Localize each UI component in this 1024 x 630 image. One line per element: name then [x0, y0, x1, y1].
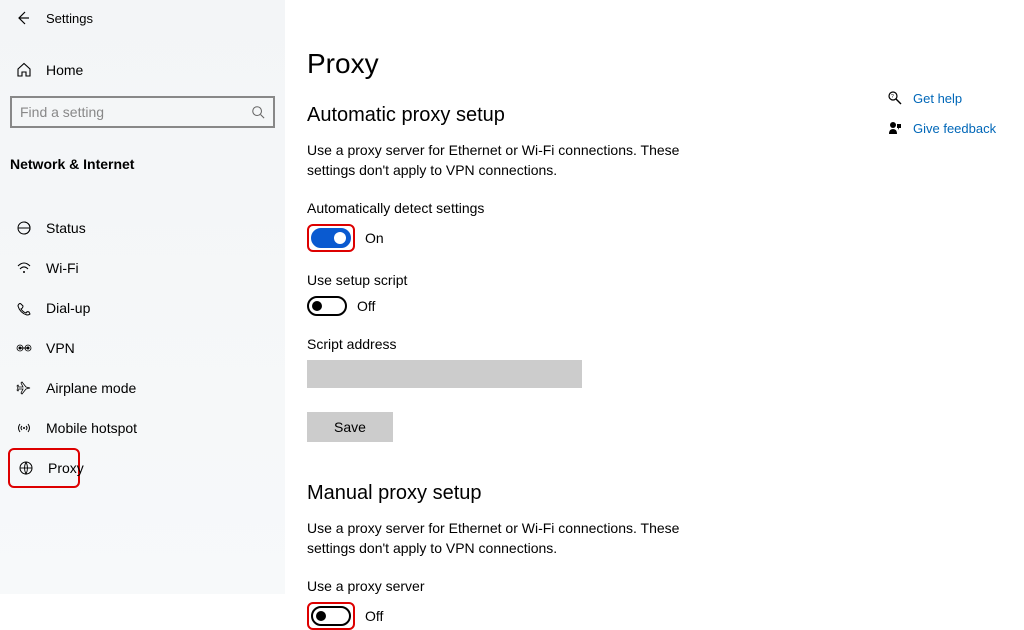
vpn-icon	[16, 340, 32, 356]
get-help-link[interactable]: ? Get help	[887, 90, 1017, 106]
sidebar-item-hotspot[interactable]: Mobile hotspot	[0, 408, 285, 448]
sidebar-item-label: Status	[46, 220, 86, 236]
sidebar-item-status[interactable]: Status	[0, 208, 285, 248]
auto-section-title: Automatic proxy setup	[307, 104, 887, 127]
search-icon	[251, 105, 265, 119]
manual-section-desc: Use a proxy server for Ethernet or Wi-Fi…	[307, 519, 687, 558]
auto-detect-label: Automatically detect settings	[307, 200, 887, 216]
script-address-input[interactable]	[307, 360, 582, 388]
wifi-icon	[16, 260, 32, 276]
use-proxy-label: Use a proxy server	[307, 578, 887, 594]
sidebar-item-label: Mobile hotspot	[46, 420, 137, 436]
use-proxy-toggle[interactable]	[311, 606, 351, 626]
setup-script-state: Off	[357, 298, 375, 314]
sidebar-item-label: Airplane mode	[46, 380, 136, 396]
dialup-icon	[16, 300, 32, 316]
sidebar-item-label: VPN	[46, 340, 75, 356]
feedback-icon	[887, 120, 903, 136]
status-icon	[16, 220, 32, 236]
sidebar-item-dialup[interactable]: Dial-up	[0, 288, 285, 328]
feedback-link-label: Give feedback	[913, 121, 996, 136]
sidebar-item-label: Wi-Fi	[46, 260, 79, 276]
help-icon: ?	[887, 90, 903, 106]
app-title: Settings	[46, 11, 93, 26]
sidebar-section-header: Network & Internet	[0, 146, 285, 182]
sidebar-item-label: Dial-up	[46, 300, 90, 316]
sidebar-item-proxy[interactable]: Proxy	[8, 448, 80, 488]
nav-home[interactable]: Home	[0, 50, 285, 90]
home-icon	[16, 62, 32, 78]
arrow-left-icon	[14, 10, 30, 26]
page-title: Proxy	[307, 48, 887, 80]
use-proxy-state: Off	[365, 608, 383, 624]
airplane-icon	[16, 380, 32, 396]
search-input[interactable]	[20, 104, 251, 120]
sidebar-item-label: Proxy	[48, 460, 84, 476]
give-feedback-link[interactable]: Give feedback	[887, 120, 1017, 136]
svg-text:?: ?	[891, 94, 894, 100]
script-address-label: Script address	[307, 336, 887, 352]
auto-section-desc: Use a proxy server for Ethernet or Wi-Fi…	[307, 141, 687, 180]
nav-home-label: Home	[46, 62, 83, 78]
sidebar-item-vpn[interactable]: VPN	[0, 328, 285, 368]
auto-detect-state: On	[365, 230, 384, 246]
sidebar-item-airplane[interactable]: Airplane mode	[0, 368, 285, 408]
manual-section-title: Manual proxy setup	[307, 482, 887, 505]
back-button[interactable]	[12, 8, 32, 28]
hotspot-icon	[16, 420, 32, 436]
sidebar-item-wifi[interactable]: Wi-Fi	[0, 248, 285, 288]
search-box[interactable]	[10, 96, 275, 128]
setup-script-label: Use setup script	[307, 272, 887, 288]
proxy-icon	[18, 460, 34, 476]
auto-detect-toggle[interactable]	[311, 228, 351, 248]
help-link-label: Get help	[913, 91, 962, 106]
save-button[interactable]: Save	[307, 412, 393, 442]
setup-script-toggle[interactable]	[307, 296, 347, 316]
